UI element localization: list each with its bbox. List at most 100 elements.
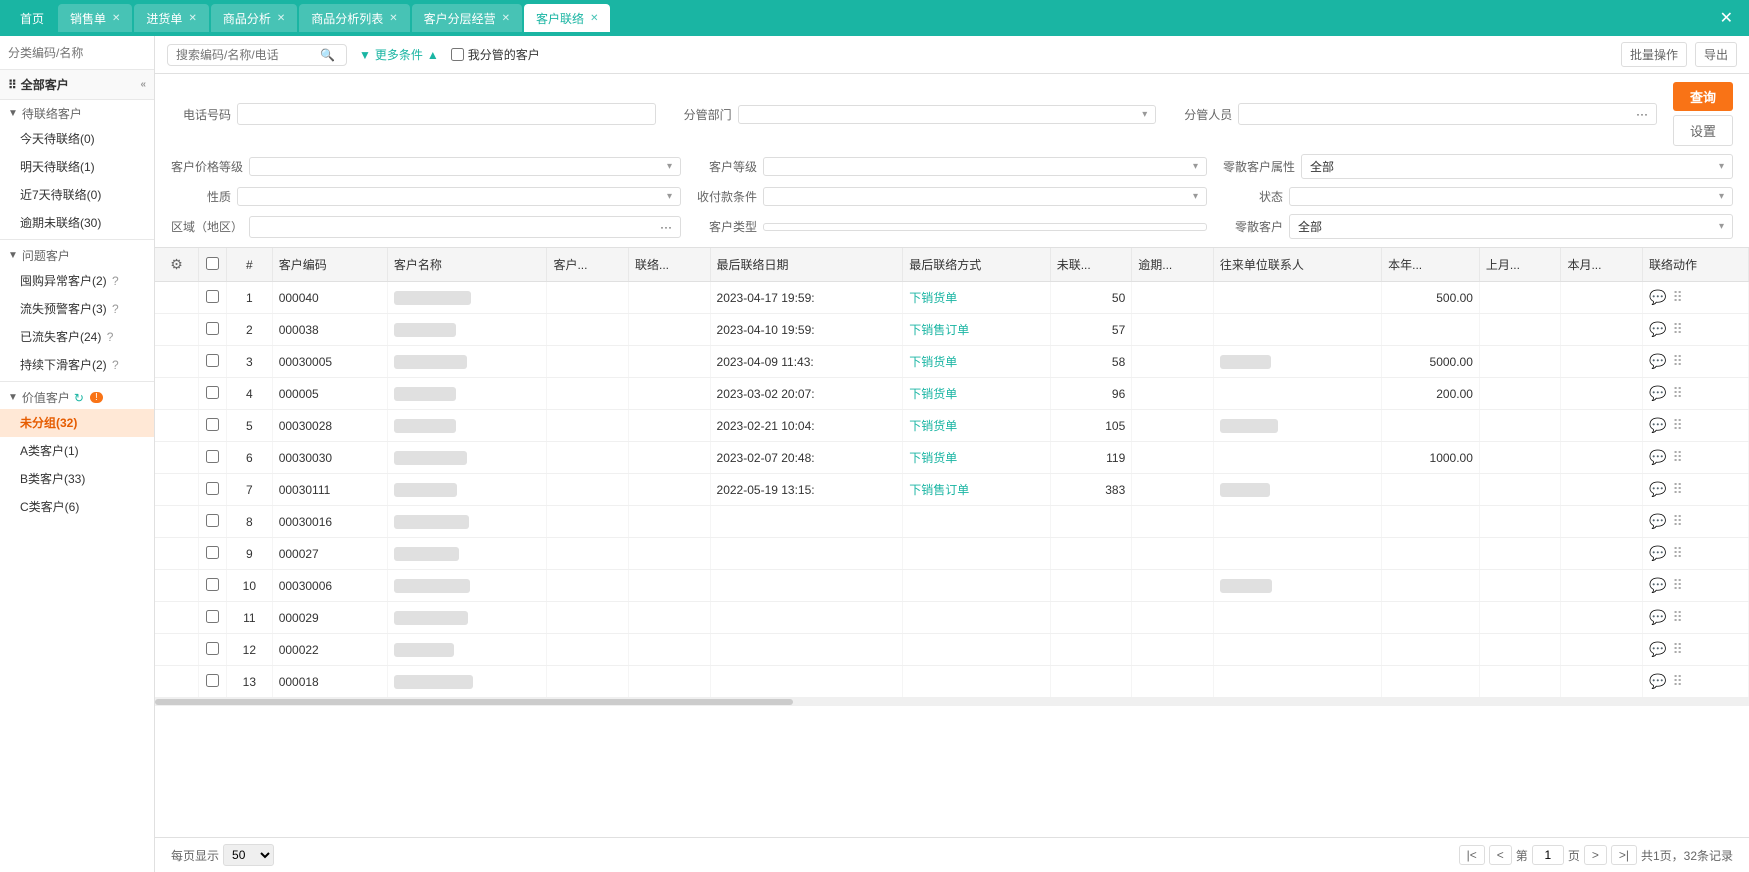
sidebar-value-section[interactable]: ▼ 价值客户 ↻ ! [0,384,154,409]
sidebar-item-tomorrow[interactable]: 明天待联络(1) [0,153,154,181]
nature-select[interactable]: ▾ [237,187,681,206]
chat-icon[interactable]: 💬 [1649,577,1666,594]
horizontal-scrollbar[interactable] [155,698,1749,706]
dept-select[interactable]: ▾ [738,105,1157,124]
sidebar-item-overdue[interactable]: 逾期未联络(30) [0,209,154,237]
more-conditions-btn[interactable]: ▼ 更多条件 ▲ [359,46,439,63]
sidebar-item-b[interactable]: B类客户(33) [0,465,154,493]
first-page-btn[interactable]: |< [1459,845,1485,865]
query-button[interactable]: 查询 [1673,82,1733,111]
chat-icon[interactable]: 💬 [1649,449,1666,466]
close-product-analysis-tab[interactable]: ✕ [277,13,285,24]
grid-action-icon[interactable]: ⠿ [1672,289,1682,306]
sidebar-item-c[interactable]: C类客户(6) [0,493,154,521]
retail-customer-select[interactable]: 全部 ▾ [1289,214,1733,239]
row-checkbox[interactable] [206,450,219,463]
filter-search-icon[interactable]: 🔍 [320,48,335,62]
chat-icon[interactable]: 💬 [1649,609,1666,626]
row-checkbox[interactable] [206,482,219,495]
grid-action-icon[interactable]: ⠿ [1672,545,1682,562]
grid-action-icon[interactable]: ⠿ [1672,577,1682,594]
export-button[interactable]: 导出 [1695,42,1737,67]
sidebar-item-abnormal[interactable]: 囤购异常客户(2) ? [0,267,154,295]
tab-customer-tier[interactable]: 客户分层经营 ✕ [412,4,522,32]
sidebar-problem-section[interactable]: ▼ 问题客户 [0,242,154,267]
next-page-btn[interactable]: > [1584,845,1607,865]
sidebar-item-churned[interactable]: 已流失客户(24) ? [0,323,154,351]
chat-icon[interactable]: 💬 [1649,481,1666,498]
customer-type-select[interactable] [763,223,1207,231]
chat-icon[interactable]: 💬 [1649,385,1666,402]
close-customer-tier-tab[interactable]: ✕ [502,13,510,24]
sidebar-item-7days[interactable]: 近7天待联络(0) [0,181,154,209]
sidebar-item-a[interactable]: A类客户(1) [0,437,154,465]
chat-icon[interactable]: 💬 [1649,289,1666,306]
row-checkbox[interactable] [206,578,219,591]
contact-method-link[interactable]: 下销货单 [909,387,957,401]
window-close-button[interactable]: ✕ [1712,8,1741,28]
price-level-select[interactable]: ▾ [249,157,681,176]
per-page-select[interactable]: 50 100 [223,844,274,866]
grid-action-icon[interactable]: ⠿ [1672,385,1682,402]
sidebar-item-churn-warning[interactable]: 流失预警客户(3) ? [0,295,154,323]
my-customers-toggle[interactable]: 我分管的客户 [451,46,540,63]
row-checkbox[interactable] [206,322,219,335]
sidebar-all-customers[interactable]: ⠿ 全部客户 « [0,70,154,100]
last-page-btn[interactable]: >| [1611,845,1637,865]
my-customers-checkbox[interactable] [451,48,464,61]
row-checkbox[interactable] [206,546,219,559]
retail-attr-select[interactable]: 全部 ▾ [1301,154,1733,179]
row-checkbox[interactable] [206,610,219,623]
row-checkbox[interactable] [206,290,219,303]
settings-icon[interactable]: ⚙ [170,256,183,272]
region-select[interactable]: ··· [249,216,681,238]
grid-action-icon[interactable]: ⠿ [1672,641,1682,658]
chat-icon[interactable]: 💬 [1649,321,1666,338]
sidebar-item-declining[interactable]: 持续下滑客户(2) ? [0,351,154,379]
contact-method-link[interactable]: 下销货单 [909,355,957,369]
row-checkbox[interactable] [206,354,219,367]
close-purchase-tab[interactable]: ✕ [188,13,196,24]
row-checkbox[interactable] [206,418,219,431]
grid-action-icon[interactable]: ⠿ [1672,481,1682,498]
contact-method-link[interactable]: 下销货单 [909,451,957,465]
row-checkbox[interactable] [206,642,219,655]
grid-action-icon[interactable]: ⠿ [1672,449,1682,466]
tab-customer-contact[interactable]: 客户联络 ✕ [524,4,610,32]
chat-icon[interactable]: 💬 [1649,641,1666,658]
batch-op-button[interactable]: 批量操作 [1621,42,1687,67]
grid-action-icon[interactable]: ⠿ [1672,673,1682,690]
tab-product-analysis[interactable]: 商品分析 ✕ [211,4,297,32]
payment-select[interactable]: ▾ [763,187,1207,206]
tab-sales[interactable]: 销售单 ✕ [58,4,132,32]
grid-action-icon[interactable]: ⠿ [1672,353,1682,370]
close-sales-tab[interactable]: ✕ [112,13,120,24]
grid-action-icon[interactable]: ⠿ [1672,321,1682,338]
phone-input[interactable] [237,103,656,125]
chat-icon[interactable]: 💬 [1649,545,1666,562]
status-select[interactable]: ▾ [1289,187,1733,206]
grid-action-icon[interactable]: ⠿ [1672,417,1682,434]
sidebar-item-today[interactable]: 今天待联络(0) [0,125,154,153]
chat-icon[interactable]: 💬 [1649,353,1666,370]
sidebar-collapse-icon[interactable]: « [140,79,146,90]
row-checkbox[interactable] [206,386,219,399]
refresh-icon[interactable]: ↻ [74,391,84,405]
th-settings[interactable]: ⚙ [155,248,198,282]
close-customer-contact-tab[interactable]: ✕ [590,13,598,24]
select-all-checkbox[interactable] [206,257,219,270]
row-checkbox[interactable] [206,514,219,527]
sidebar-search-input[interactable] [8,46,155,60]
scrollbar-thumb[interactable] [155,699,793,705]
grid-action-icon[interactable]: ⠿ [1672,513,1682,530]
contact-method-link[interactable]: 下销货单 [909,419,957,433]
customer-level-select[interactable]: ▾ [763,157,1207,176]
chat-icon[interactable]: 💬 [1649,417,1666,434]
contact-method-link[interactable]: 下销货单 [909,291,957,305]
contact-method-link[interactable]: 下销售订单 [909,323,969,337]
reset-button[interactable]: 设置 [1673,115,1733,146]
filter-search-input[interactable] [176,48,316,62]
chat-icon[interactable]: 💬 [1649,673,1666,690]
staff-select[interactable]: ··· [1238,103,1657,125]
page-number-input[interactable] [1532,845,1564,865]
